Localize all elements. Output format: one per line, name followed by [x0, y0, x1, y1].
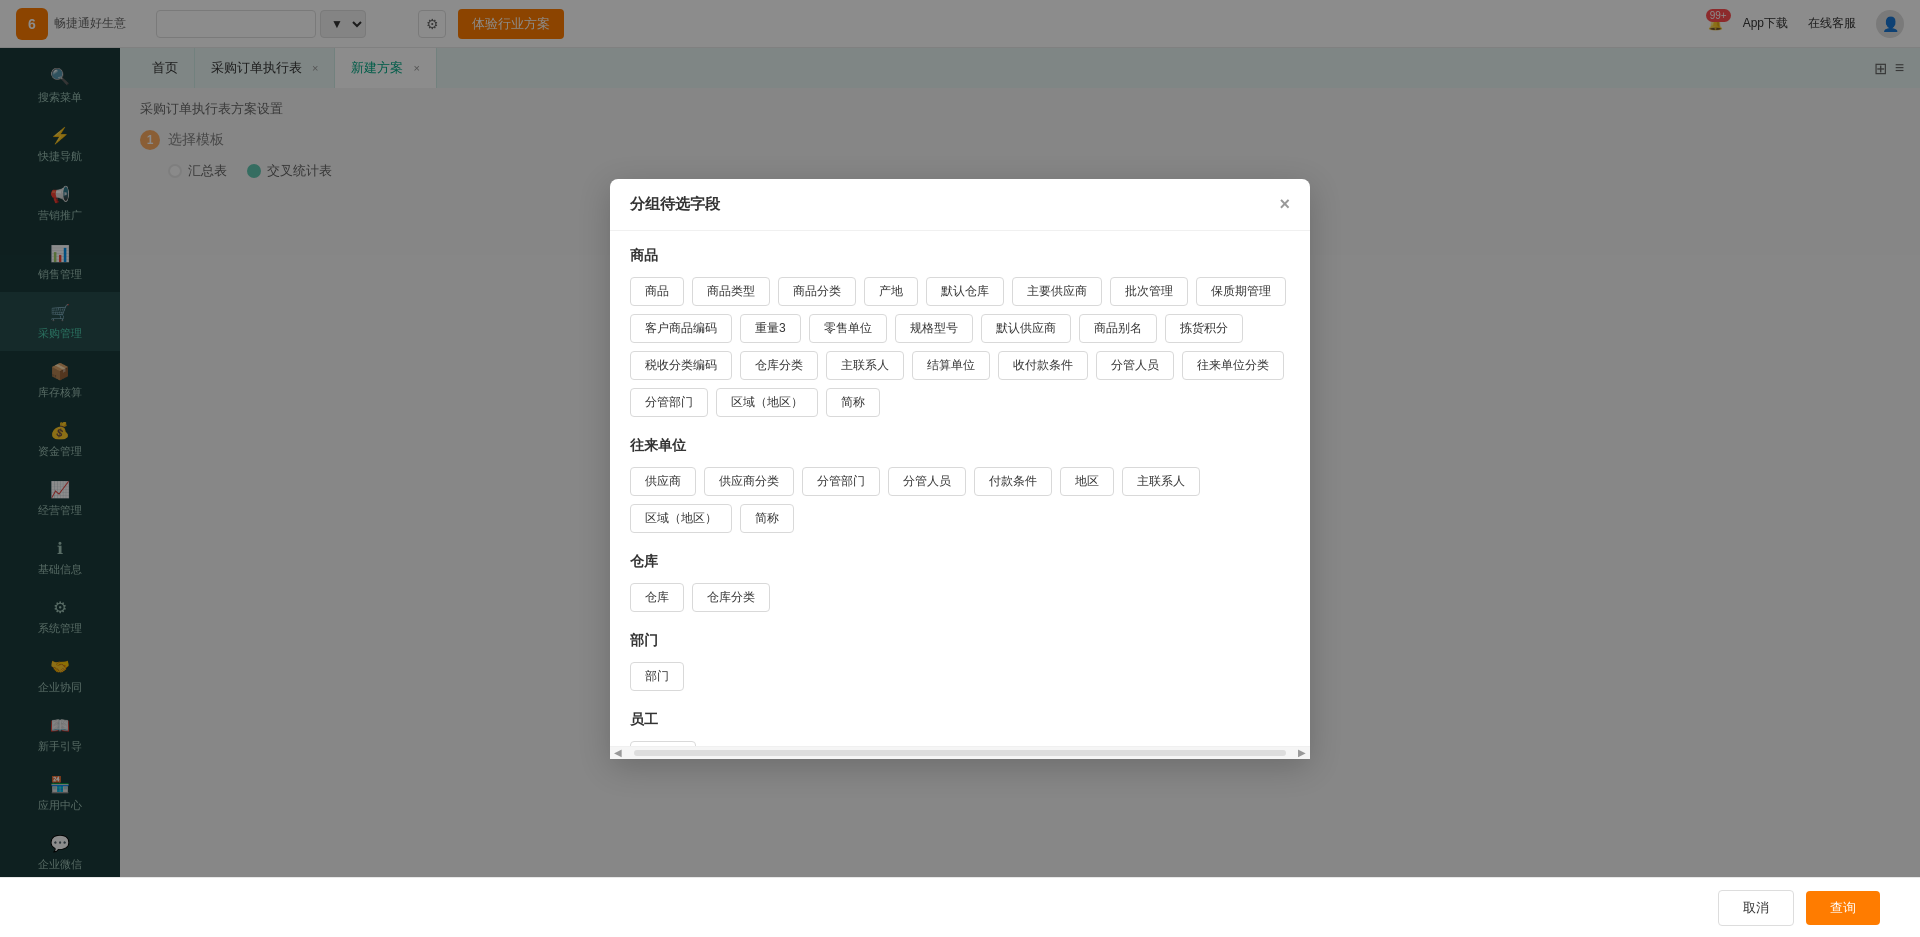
field-tag-manage-person[interactable]: 分管人员	[888, 467, 966, 496]
field-tag-dept[interactable]: 分管部门	[630, 388, 708, 417]
section-employee: 员工 业务员	[630, 711, 1290, 746]
field-tag-batch-management[interactable]: 批次管理	[1110, 277, 1188, 306]
modal-body[interactable]: 商品 商品 商品类型 商品分类 产地 默认仓库 主要供应商 批次管理 保质期管理…	[610, 231, 1310, 746]
field-tag-region2[interactable]: 区域（地区）	[630, 504, 732, 533]
section-department-tags: 部门	[630, 662, 1290, 691]
field-tag-payment-condition[interactable]: 付款条件	[974, 467, 1052, 496]
field-tag-default-supplier[interactable]: 默认供应商	[981, 314, 1071, 343]
h-scroll-right-icon[interactable]: ▶	[1294, 747, 1310, 758]
field-tag-customer-product-code[interactable]: 客户商品编码	[630, 314, 732, 343]
field-tag-tax-code[interactable]: 税收分类编码	[630, 351, 732, 380]
field-tag-counterpart-category[interactable]: 往来单位分类	[1182, 351, 1284, 380]
section-counterpart: 往来单位 供应商 供应商分类 分管部门 分管人员 付款条件 地区 主联系人 区域…	[630, 437, 1290, 533]
section-warehouse-title: 仓库	[630, 553, 1290, 571]
confirm-button[interactable]: 查询	[1806, 891, 1880, 925]
field-tag-main-contact2[interactable]: 主联系人	[1122, 467, 1200, 496]
modal-h-scrollbar[interactable]: ◀ ▶	[610, 747, 1310, 759]
section-product-tags: 商品 商品类型 商品分类 产地 默认仓库 主要供应商 批次管理 保质期管理 客户…	[630, 277, 1290, 417]
field-tag-warehouse-cat[interactable]: 仓库分类	[692, 583, 770, 612]
field-tag-short-name2[interactable]: 简称	[740, 504, 794, 533]
modal-scrollbar-area: ◀ ▶	[610, 746, 1310, 759]
section-department-title: 部门	[630, 632, 1290, 650]
field-tag-supplier[interactable]: 供应商	[630, 467, 696, 496]
field-tag-product[interactable]: 商品	[630, 277, 684, 306]
field-tag-weight3[interactable]: 重量3	[740, 314, 801, 343]
field-tag-product-alias[interactable]: 商品别名	[1079, 314, 1157, 343]
modal-close-button[interactable]: ×	[1279, 195, 1290, 213]
section-counterpart-tags: 供应商 供应商分类 分管部门 分管人员 付款条件 地区 主联系人 区域（地区） …	[630, 467, 1290, 533]
section-warehouse: 仓库 仓库 仓库分类	[630, 553, 1290, 612]
field-tag-supervisor[interactable]: 分管人员	[1096, 351, 1174, 380]
field-tag-product-category[interactable]: 商品分类	[778, 277, 856, 306]
field-tag-short-name[interactable]: 简称	[826, 388, 880, 417]
field-tag-product-type[interactable]: 商品类型	[692, 277, 770, 306]
field-tag-default-warehouse[interactable]: 默认仓库	[926, 277, 1004, 306]
field-tag-shelf-life[interactable]: 保质期管理	[1196, 277, 1286, 306]
field-tag-supplier-category[interactable]: 供应商分类	[704, 467, 794, 496]
modal-overlay: 分组待选字段 × 商品 商品 商品类型 商品分类 产地 默认仓库 主要供应商 批…	[0, 0, 1920, 937]
modal-title: 分组待选字段	[630, 195, 720, 214]
section-employee-title: 员工	[630, 711, 1290, 729]
field-tag-manage-dept[interactable]: 分管部门	[802, 467, 880, 496]
field-tag-region[interactable]: 区域（地区）	[716, 388, 818, 417]
bottom-action-bar: 取消 查询	[0, 877, 1920, 937]
field-tag-payment-terms[interactable]: 收付款条件	[998, 351, 1088, 380]
cancel-button[interactable]: 取消	[1718, 890, 1794, 926]
field-tag-area[interactable]: 地区	[1060, 467, 1114, 496]
section-warehouse-tags: 仓库 仓库分类	[630, 583, 1290, 612]
section-product-title: 商品	[630, 247, 1290, 265]
field-tag-warehouse-category[interactable]: 仓库分类	[740, 351, 818, 380]
field-tag-main-supplier[interactable]: 主要供应商	[1012, 277, 1102, 306]
field-select-modal: 分组待选字段 × 商品 商品 商品类型 商品分类 产地 默认仓库 主要供应商 批…	[610, 179, 1310, 759]
field-tag-spec-model[interactable]: 规格型号	[895, 314, 973, 343]
h-scrollbar-thumb[interactable]	[634, 750, 1286, 756]
modal-header: 分组待选字段 ×	[610, 179, 1310, 231]
field-tag-pick-points[interactable]: 拣货积分	[1165, 314, 1243, 343]
field-tag-main-contact[interactable]: 主联系人	[826, 351, 904, 380]
field-tag-retail-unit[interactable]: 零售单位	[809, 314, 887, 343]
section-counterpart-title: 往来单位	[630, 437, 1290, 455]
field-tag-warehouse[interactable]: 仓库	[630, 583, 684, 612]
field-tag-origin[interactable]: 产地	[864, 277, 918, 306]
field-tag-settlement-unit[interactable]: 结算单位	[912, 351, 990, 380]
section-product: 商品 商品 商品类型 商品分类 产地 默认仓库 主要供应商 批次管理 保质期管理…	[630, 247, 1290, 417]
field-tag-department[interactable]: 部门	[630, 662, 684, 691]
section-department: 部门 部门	[630, 632, 1290, 691]
h-scroll-left-icon[interactable]: ◀	[610, 747, 626, 758]
